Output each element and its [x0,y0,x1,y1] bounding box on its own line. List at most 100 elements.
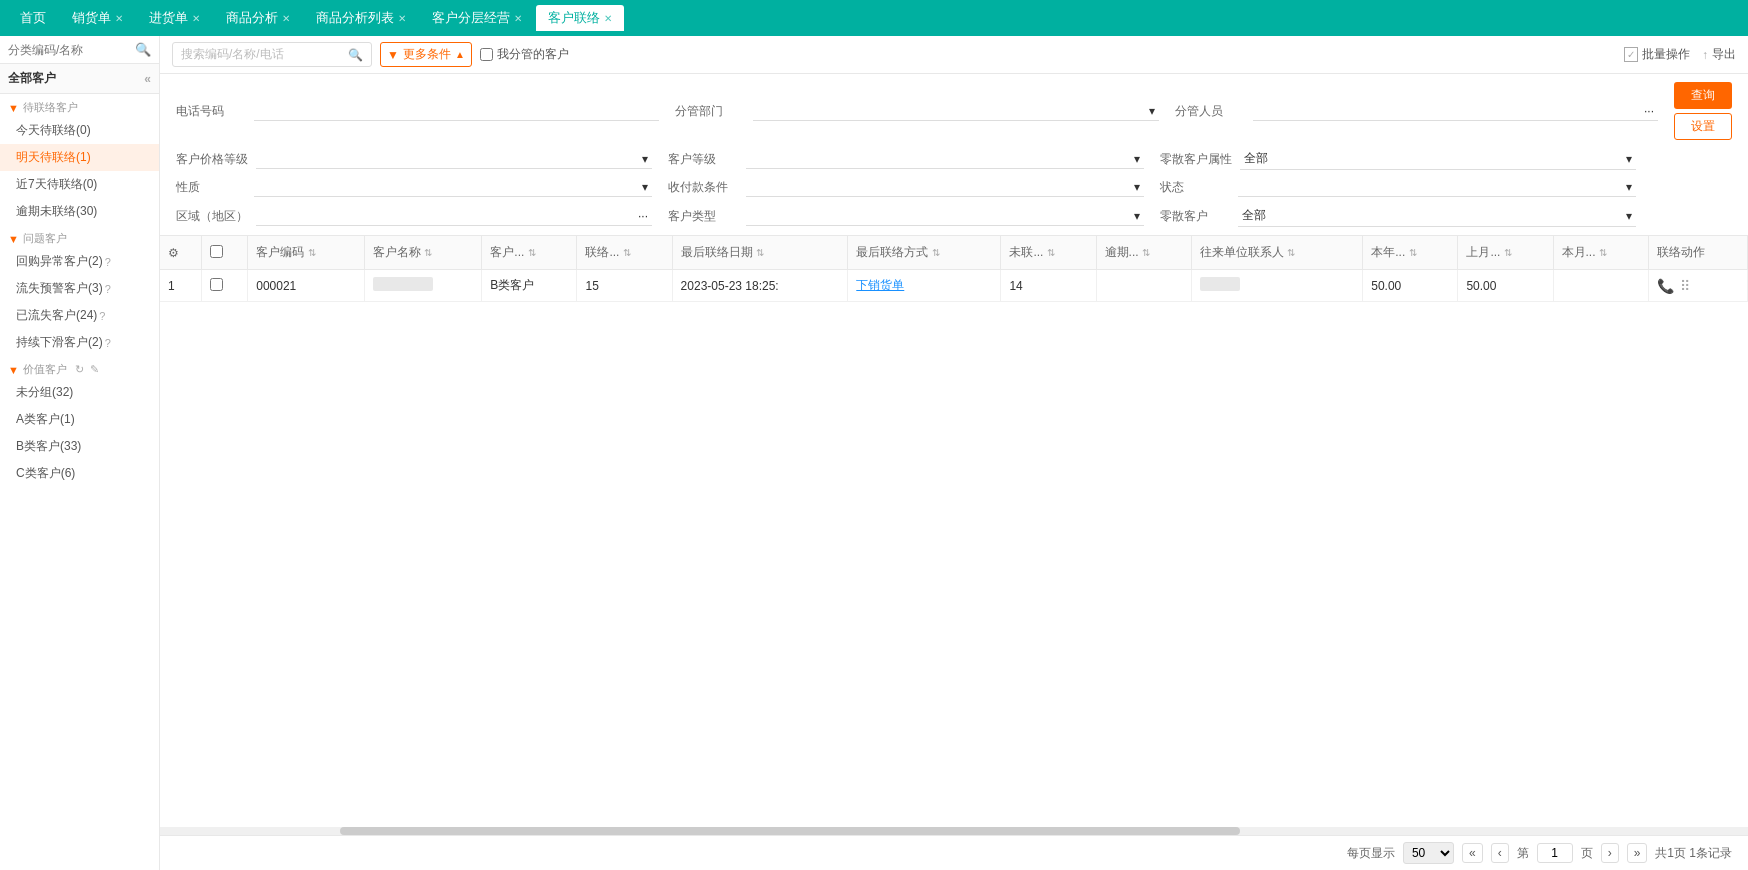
nav-product-analysis[interactable]: 商品分析 ✕ [214,5,302,31]
ellipsis-icon: ··· [1644,104,1654,118]
th-unit-contact[interactable]: 往来单位联系人 ⇅ [1191,236,1362,270]
batch-operation-btn[interactable]: ✓ 批量操作 [1624,46,1690,63]
my-customers-checkbox-label[interactable]: 我分管的客户 [480,46,569,63]
sidebar-item-churn-warning[interactable]: 流失预警客户(3) ? [0,275,159,302]
my-customers-checkbox[interactable] [480,48,493,61]
per-page-select[interactable]: 50 100 200 [1403,842,1454,864]
help-icon[interactable]: ? [105,337,111,349]
export-btn[interactable]: ↑ 导出 [1702,46,1736,63]
filter-select-status[interactable]: ▾ [1238,178,1636,197]
search-icon[interactable]: 🔍 [135,42,151,57]
filter-cell-customer-type: 客户类型 ▾ [668,207,1160,226]
close-icon[interactable]: ✕ [398,13,406,24]
prev-page-btn[interactable]: ‹ [1491,843,1509,863]
select-all-checkbox[interactable] [210,245,223,258]
filter-select-price-level[interactable]: ▾ [256,150,652,169]
th-contact-count[interactable]: 联络... ⇅ [577,236,672,270]
filter-input-phone[interactable] [254,102,659,121]
th-type[interactable]: 客户... ⇅ [482,236,577,270]
next-page-btn[interactable]: › [1601,843,1619,863]
nav-sales-order[interactable]: 销货单 ✕ [60,5,135,31]
sidebar-item-abnormal-repurchase[interactable]: 回购异常客户(2) ? [0,248,159,275]
th-last-date[interactable]: 最后联络日期 ⇅ [672,236,848,270]
sidebar-item-declining[interactable]: 持续下滑客户(2) ? [0,329,159,356]
chevron-down-icon: ▾ [1626,209,1632,223]
cell-type: B类客户 [482,270,577,302]
filter-select-nature[interactable]: ▾ [254,178,652,197]
first-page-btn[interactable]: « [1462,843,1483,863]
close-icon[interactable]: ✕ [514,13,522,24]
help-icon[interactable]: ? [99,310,105,322]
search-box[interactable]: 搜索编码/名称/电话 🔍 [172,42,372,67]
filter-cell-payment: 收付款条件 ▾ [668,178,1160,197]
close-icon[interactable]: ✕ [115,13,123,24]
query-button[interactable]: 查询 [1674,82,1732,109]
filter-select-payment[interactable]: ▾ [746,178,1144,197]
filter-select-retail-attr[interactable]: 全部 ▾ [1240,148,1636,170]
search-icon[interactable]: 🔍 [348,48,363,62]
settings-icon[interactable]: ⚙ [168,246,179,260]
filter-icon: ▼ [387,48,399,62]
cell-overdue [1096,270,1191,302]
close-icon[interactable]: ✕ [282,13,290,24]
th-name[interactable]: 客户名称 ⇅ [364,236,482,270]
chevron-down-icon: ▾ [1134,152,1140,166]
cell-last-date: 2023-05-23 18:25: [672,270,848,302]
nav-customer-contact[interactable]: 客户联络 ✕ [536,5,624,31]
sidebar-search-input[interactable] [8,43,131,57]
filter-select-dept[interactable]: ▾ [753,102,1158,121]
sidebar-item-a-class[interactable]: A类客户(1) [0,406,159,433]
set-button[interactable]: 设置 [1674,113,1732,140]
close-icon[interactable]: ✕ [604,13,612,24]
filter-select-customer-level[interactable]: ▾ [746,150,1144,169]
cell-seq: 1 [160,270,202,302]
page-input[interactable] [1537,843,1573,863]
nav-home[interactable]: 首页 [8,5,58,31]
sidebar-item-c-class[interactable]: C类客户(6) [0,460,159,487]
row-checkbox[interactable] [210,278,223,291]
edit-icon[interactable]: ✎ [90,363,99,376]
cell-uncontacted: 14 [1001,270,1096,302]
th-uncontacted[interactable]: 未联... ⇅ [1001,236,1096,270]
th-last-month[interactable]: 上月... ⇅ [1458,236,1553,270]
chevron-down-icon: ▾ [1149,104,1155,118]
sidebar-item-7day-contact[interactable]: 近7天待联络(0) [0,171,159,198]
help-icon[interactable]: ? [105,256,111,268]
th-code[interactable]: 客户编码 ⇅ [248,236,365,270]
th-overdue[interactable]: 逾期... ⇅ [1096,236,1191,270]
nav-purchase-order[interactable]: 进货单 ✕ [137,5,212,31]
filter-select-customer-type[interactable]: ▾ [746,207,1144,226]
last-method-link[interactable]: 下销货单 [856,278,904,292]
phone-action-icon[interactable]: 📞 [1657,278,1674,294]
close-icon[interactable]: ✕ [192,13,200,24]
more-action-icon[interactable]: ⠿ [1680,278,1690,294]
th-last-method[interactable]: 最后联络方式 ⇅ [848,236,1001,270]
sidebar-item-b-class[interactable]: B类客户(33) [0,433,159,460]
th-this-year[interactable]: 本年... ⇅ [1363,236,1458,270]
help-icon[interactable]: ? [105,283,111,295]
nav-product-analysis-list[interactable]: 商品分析列表 ✕ [304,5,418,31]
cell-last-month: 50.00 [1458,270,1553,302]
filter-select-person[interactable]: ··· [1253,102,1658,121]
sidebar-item-ungrouped[interactable]: 未分组(32) [0,379,159,406]
table-row: 1 000021 B类客户 15 2023-05-23 18:25: 下销货单 … [160,270,1748,302]
collapse-icon[interactable]: « [144,72,151,86]
sidebar-item-tomorrow-contact[interactable]: 明天待联络(1) [0,144,159,171]
sidebar-item-today-contact[interactable]: 今天待联络(0) [0,117,159,144]
toolbar: 搜索编码/名称/电话 🔍 ▼ 更多条件 ▲ 我分管的客户 ✓ 批量操作 ↑ 导出 [160,36,1748,74]
sidebar-item-churned[interactable]: 已流失客户(24) ? [0,302,159,329]
all-customers-header[interactable]: 全部客户 « [0,64,159,94]
top-nav: 首页 销货单 ✕ 进货单 ✕ 商品分析 ✕ 商品分析列表 ✕ 客户分层经营 ✕ … [0,0,1748,36]
filter-select-retail-customer[interactable]: 全部 ▾ [1238,205,1636,227]
filter-more-btn[interactable]: ▼ 更多条件 ▲ [380,42,472,67]
refresh-icon[interactable]: ↻ [75,363,84,376]
cell-last-method[interactable]: 下销货单 [848,270,1001,302]
last-page-btn[interactable]: » [1627,843,1648,863]
horizontal-scrollbar[interactable] [160,827,1748,835]
th-this-month[interactable]: 本月... ⇅ [1553,236,1648,270]
scroll-thumb[interactable] [340,827,1240,835]
toolbar-right: ✓ 批量操作 ↑ 导出 [1624,46,1736,63]
nav-customer-tier[interactable]: 客户分层经营 ✕ [420,5,534,31]
filter-select-region[interactable]: ··· [256,207,652,226]
sidebar-item-overdue-contact[interactable]: 逾期未联络(30) [0,198,159,225]
